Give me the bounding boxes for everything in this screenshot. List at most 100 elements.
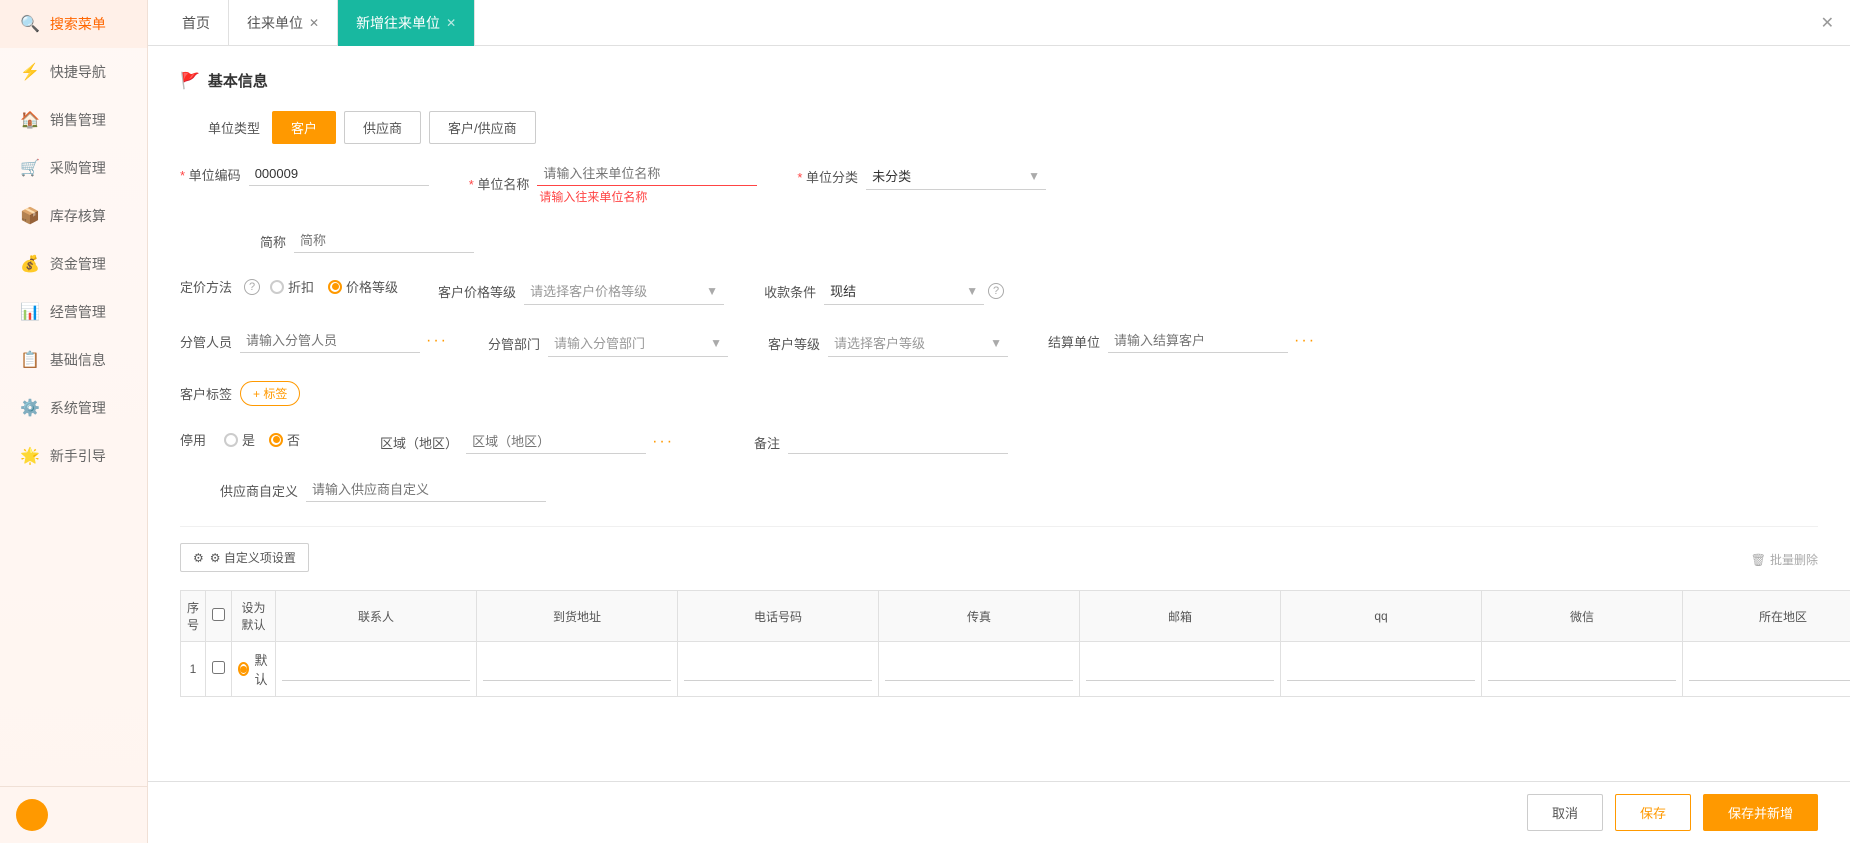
pricing-method-label: 定价方法 <box>180 277 232 296</box>
region-field: 区域（地区） ··· <box>380 430 674 454</box>
settlement-unit-input[interactable] <box>1108 329 1288 353</box>
sidebar-item-purchase[interactable]: 🛒 采购管理 <box>0 144 147 192</box>
disabled-yes-radio[interactable]: 是 <box>224 430 255 449</box>
unit-category-select[interactable]: 未分类 ▼ <box>866 162 1046 190</box>
add-tag-button[interactable]: + 标签 <box>240 381 300 406</box>
row-email-input[interactable] <box>1086 657 1274 681</box>
payment-terms-chevron-icon: ▼ <box>966 284 978 298</box>
row-address-input[interactable] <box>483 657 671 681</box>
disabled-label: 停用 <box>180 430 206 449</box>
sidebar-item-finance[interactable]: 💰 资金管理 <box>0 240 147 288</box>
batch-delete-button[interactable]: 🗑 批量删除 <box>1751 551 1818 568</box>
department-placeholder: 请输入分管部门 <box>554 333 706 352</box>
row-default-radio[interactable]: 默认 <box>238 650 269 688</box>
sidebar-item-inventory[interactable]: 📦 库存核算 <box>0 192 147 240</box>
remark-input[interactable] <box>788 430 1008 454</box>
customer-price-level-select[interactable]: 请选择客户价格等级 ▼ <box>524 277 724 305</box>
table-body: 1 默认 <box>181 642 1850 697</box>
remark-label: 备注 <box>754 433 780 452</box>
row-default-label: 默认 <box>253 650 269 688</box>
row-qq-input[interactable] <box>1287 657 1475 681</box>
customer-tags-field: 客户标签 + 标签 <box>180 381 300 406</box>
tab-new-partner[interactable]: 新增往来单位 ✕ <box>338 0 475 46</box>
row-wechat-input[interactable] <box>1488 657 1676 681</box>
supplier-custom-field: 供应商自定义 <box>220 478 546 502</box>
contact-table: 序号 设为默认 联系人 到货地址 电话号码 传真 邮箱 qq 微信 所在地区 操… <box>180 590 1850 697</box>
disabled-radio-group: 是 否 <box>224 430 300 449</box>
save-button[interactable]: 保存 <box>1615 794 1691 831</box>
settlement-unit-label: 结算单位 <box>1048 332 1100 351</box>
customer-price-level-field: 客户价格等级 请选择客户价格等级 ▼ <box>438 277 724 305</box>
tab-partner-list[interactable]: 往来单位 ✕ <box>229 0 338 46</box>
row-phone <box>678 642 879 697</box>
tab-home[interactable]: 首页 <box>164 0 229 46</box>
form-row-shortname: 简称 <box>180 229 1818 261</box>
department-select[interactable]: 请输入分管部门 ▼ <box>548 329 728 357</box>
customer-level-chevron-icon: ▼ <box>990 336 1002 350</box>
system-icon: ⚙️ <box>20 398 40 418</box>
pricing-radio-discount[interactable]: 折扣 <box>270 277 314 296</box>
manager-field: 分管人员 ··· <box>180 329 448 353</box>
sidebar-item-purchase-label: 采购管理 <box>50 158 106 178</box>
row-default-circle <box>238 662 249 676</box>
col-wechat: 微信 <box>1482 591 1683 642</box>
pricing-method-help-icon[interactable]: ? <box>244 279 260 295</box>
cancel-button[interactable]: 取消 <box>1527 794 1603 831</box>
search-menu-icon: 🔍 <box>20 14 40 34</box>
row-fax-input[interactable] <box>885 657 1073 681</box>
pricing-radio-level[interactable]: 价格等级 <box>328 277 398 296</box>
col-address: 到货地址 <box>477 591 678 642</box>
batch-delete-label: 批量删除 <box>1770 551 1818 568</box>
unit-type-row: 单位类型 客户 供应商 客户/供应商 <box>180 111 1818 144</box>
unit-type-label: 单位类型 <box>180 118 260 137</box>
tab-home-label: 首页 <box>182 13 210 33</box>
sidebar-item-sales[interactable]: 🏠 销售管理 <box>0 96 147 144</box>
sidebar-item-basicinfo[interactable]: 📋 基础信息 <box>0 336 147 384</box>
sidebar-item-quicknav[interactable]: ⚡ 快捷导航 <box>0 48 147 96</box>
row-phone-input[interactable] <box>684 657 872 681</box>
unit-name-input-wrap: 请输入往来单位名称 <box>537 162 757 205</box>
payment-terms-select[interactable]: 现结 ▼ <box>824 277 984 305</box>
unit-type-supplier-button[interactable]: 供应商 <box>344 111 421 144</box>
supplier-custom-label: 供应商自定义 <box>220 481 298 500</box>
row-checkbox[interactable] <box>212 661 225 674</box>
section-header: 🚩 基本信息 <box>180 70 1818 91</box>
sidebar-item-operations[interactable]: 📊 经营管理 <box>0 288 147 336</box>
unit-type-both-button[interactable]: 客户/供应商 <box>429 111 536 144</box>
disabled-no-radio[interactable]: 否 <box>269 430 300 449</box>
col-qq: qq <box>1281 591 1482 642</box>
row-area-input[interactable] <box>1689 657 1850 681</box>
unit-type-customer-button[interactable]: 客户 <box>272 111 336 144</box>
customer-level-select[interactable]: 请选择客户等级 ▼ <box>828 329 1008 357</box>
unit-code-input[interactable] <box>249 162 429 186</box>
tab-new-partner-close[interactable]: ✕ <box>446 16 456 30</box>
custom-settings-button[interactable]: ⚙ ⚙ 自定义项设置 <box>180 543 309 572</box>
save-new-button[interactable]: 保存并新增 <box>1703 794 1818 831</box>
department-field: 分管部门 请输入分管部门 ▼ <box>488 329 728 357</box>
disabled-no-circle <box>269 433 283 447</box>
form-row-manager: 分管人员 ··· 分管部门 请输入分管部门 ▼ 客户等级 请选择客户等级 ▼ 结… <box>180 329 1818 365</box>
unit-category-chevron-icon: ▼ <box>1028 169 1040 183</box>
manager-more-button[interactable]: ··· <box>426 332 448 350</box>
manager-input[interactable] <box>240 329 420 353</box>
sidebar-item-system[interactable]: ⚙️ 系统管理 <box>0 384 147 432</box>
row-contact <box>276 642 477 697</box>
supplier-custom-input[interactable] <box>306 478 546 502</box>
form-row-pricing: 定价方法 ? 折扣 价格等级 客户价格等级 请选择客户价格等级 <box>180 277 1818 313</box>
manager-label: 分管人员 <box>180 332 232 351</box>
region-more-button[interactable]: ··· <box>652 433 674 451</box>
sidebar-item-newbie[interactable]: 🌟 新手引导 <box>0 432 147 480</box>
unit-name-input[interactable] <box>537 162 757 186</box>
payment-terms-help-icon[interactable]: ? <box>988 283 1004 299</box>
sidebar-item-search[interactable]: 🔍 搜索菜单 <box>0 0 147 48</box>
row-contact-input[interactable] <box>282 657 470 681</box>
select-all-checkbox[interactable] <box>212 608 225 621</box>
disabled-yes-label: 是 <box>242 430 255 449</box>
tab-partner-list-close[interactable]: ✕ <box>309 16 319 30</box>
settlement-unit-more-button[interactable]: ··· <box>1294 332 1316 350</box>
close-all-tabs-button[interactable]: ✕ <box>1821 13 1834 33</box>
region-input[interactable] <box>466 430 646 454</box>
custom-settings-label: ⚙ 自定义项设置 <box>210 549 296 566</box>
short-name-input[interactable] <box>294 229 474 253</box>
unit-category-label: 单位分类 <box>797 167 858 186</box>
